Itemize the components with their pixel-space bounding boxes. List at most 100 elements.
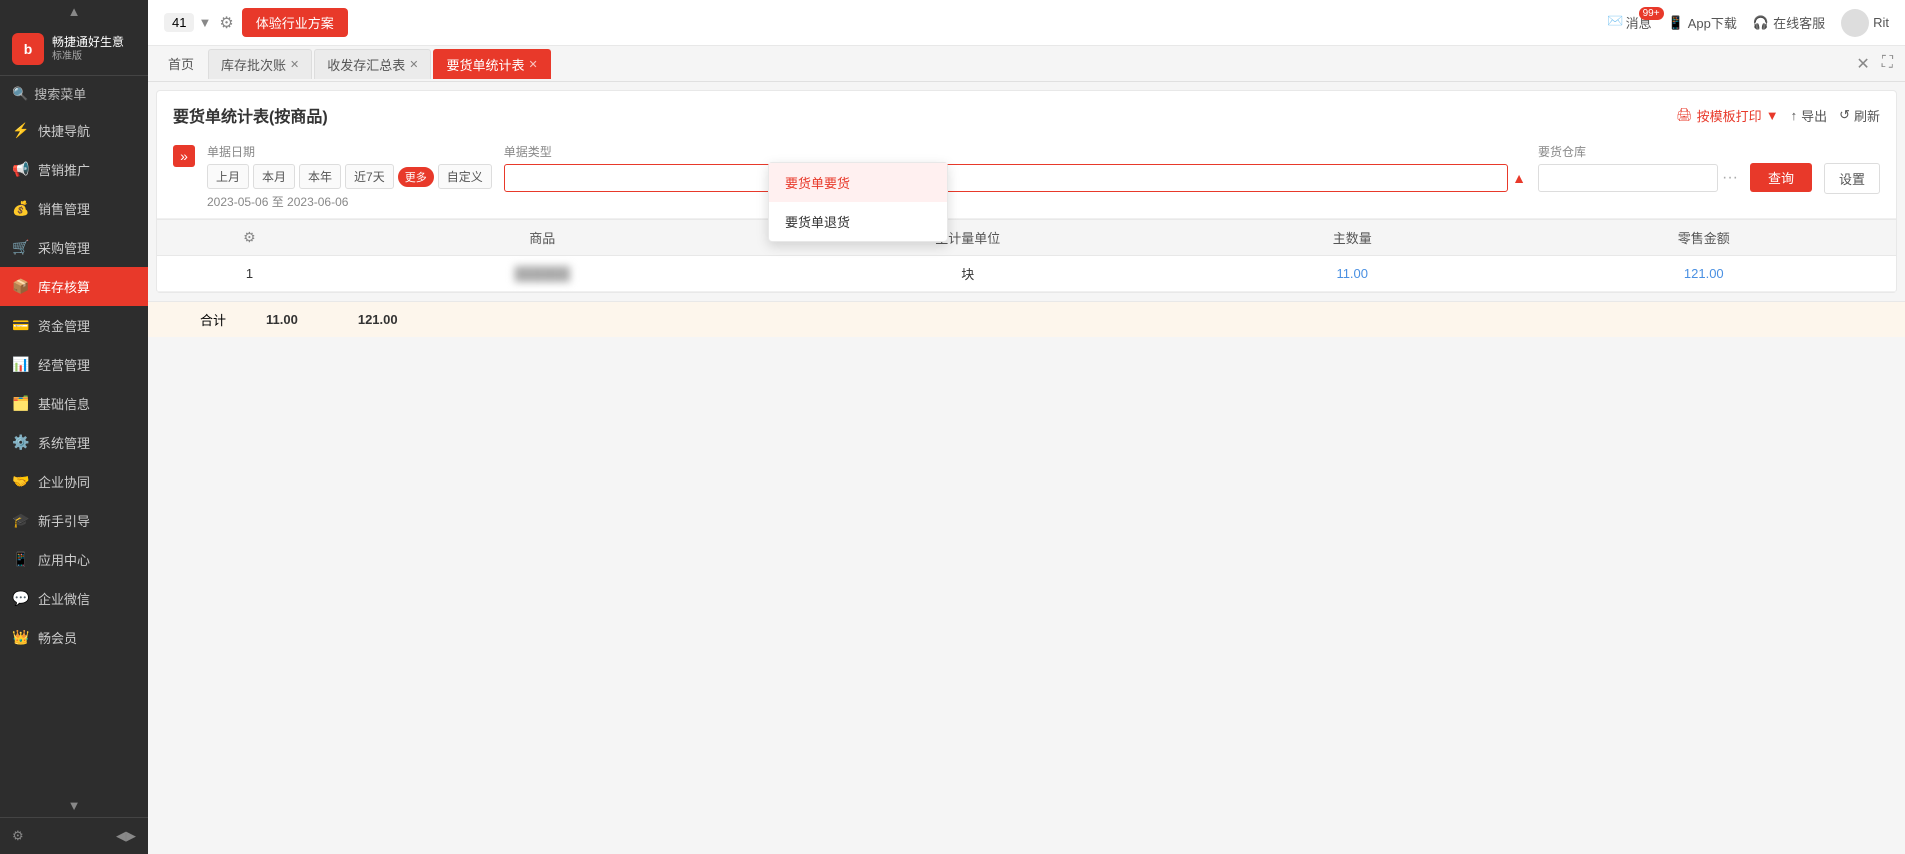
nav-icon-operations: 📊 <box>12 356 30 374</box>
collapse-icon[interactable]: ◀▶ <box>116 828 136 844</box>
sidebar: ▲ b 畅捷通好生意 标准版 🔍 搜索菜单 ⚡ 快捷导航 📢 营销推广 💰 销售… <box>0 0 148 854</box>
filter-date-range: 2023-05-06 至 2023-06-06 <box>207 193 492 210</box>
user-avatar <box>1841 9 1869 37</box>
sidebar-item-enterprise[interactable]: 🤝 企业协同 <box>0 462 148 501</box>
sidebar-item-basics[interactable]: 🗂️ 基础信息 <box>0 384 148 423</box>
print-dropdown-icon[interactable]: ▼ <box>1766 108 1779 123</box>
nav-icon-purchase: 🛒 <box>12 239 30 257</box>
filter-warehouse-more-icon[interactable]: ··· <box>1722 169 1738 187</box>
sidebar-item-finance[interactable]: 💳 资金管理 <box>0 306 148 345</box>
filter-date-group: 上月 本月 本年 近7天 更多 自定义 <box>207 164 492 189</box>
sidebar-footer: ⚙ ◀▶ <box>0 817 148 854</box>
message-section[interactable]: ✉️ 消息 99+ <box>1607 13 1651 32</box>
sidebar-search[interactable]: 🔍 搜索菜单 <box>0 76 148 111</box>
tab-order-summary[interactable]: 要货单统计表 ✕ <box>433 49 550 79</box>
print-icon: 🖨 <box>1676 107 1693 123</box>
sidebar-item-wechat[interactable]: 💬 企业微信 <box>0 579 148 618</box>
filter-warehouse-field[interactable] <box>1538 164 1718 192</box>
message-icon: ✉️ <box>1607 13 1623 32</box>
topbar-num-dropdown-icon[interactable]: ▼ <box>198 15 211 30</box>
sidebar-item-inventory[interactable]: 📦 库存核算 <box>0 267 148 306</box>
export-btn[interactable]: ↑ 导出 <box>1791 106 1828 125</box>
sidebar-item-marketing[interactable]: 📢 营销推广 <box>0 150 148 189</box>
filter-this-month-btn[interactable]: 本月 <box>253 164 295 189</box>
page-title-row: 要货单统计表(按商品) 🖨 按模板打印 ▼ ↑ 导出 ↺ 刷新 <box>157 91 1896 135</box>
settings-icon[interactable]: ⚙ <box>12 828 24 844</box>
filter-type-dropdown-icon[interactable]: ▲ <box>1512 170 1526 186</box>
nav-icon-marketing: 📢 <box>12 161 30 179</box>
tab-home[interactable]: 首页 <box>156 49 206 79</box>
print-template-btn[interactable]: 🖨 按模板打印 ▼ <box>1676 106 1778 125</box>
filter-date-label: 单据日期 <box>207 143 492 160</box>
app-logo: b <box>12 33 44 65</box>
export-icon: ↑ <box>1791 108 1798 123</box>
filter-custom-btn[interactable]: 自定义 <box>438 164 492 189</box>
nav-icon-quick: ⚡ <box>12 122 30 140</box>
filter-type-section: 单据类型 ▲ <box>504 143 1526 192</box>
tab-actions: ✕ ⛶ <box>1852 54 1897 74</box>
filter-query-btn[interactable]: 查询 <box>1750 163 1812 192</box>
dropdown-item-order-return[interactable]: 要货单退货 <box>769 202 947 241</box>
table-settings-icon[interactable]: ⚙ <box>243 229 256 245</box>
sidebar-item-quick-nav[interactable]: ⚡ 快捷导航 <box>0 111 148 150</box>
user-section[interactable]: Rit <box>1841 9 1889 37</box>
col-header-settings: ⚙ <box>157 220 342 256</box>
filter-warehouse-section: 要货仓库 ··· <box>1538 143 1738 192</box>
filter-type-input[interactable] <box>504 164 1508 192</box>
filter-settings-btn[interactable]: 设置 <box>1824 163 1880 194</box>
filter-type-label: 单据类型 <box>504 143 1526 160</box>
nav-icon-wechat: 💬 <box>12 590 30 608</box>
tab-close-inventory-batch[interactable]: ✕ <box>290 58 299 71</box>
nav-icon-basics: 🗂️ <box>12 395 30 413</box>
sidebar-scroll-down[interactable]: ▼ <box>0 794 148 817</box>
page-title-actions: 🖨 按模板打印 ▼ ↑ 导出 ↺ 刷新 <box>1676 106 1880 125</box>
filter-warehouse-input-row: ··· <box>1538 164 1738 192</box>
filter-more-btn[interactable]: 更多 <box>398 167 434 187</box>
filter-7days-btn[interactable]: 近7天 <box>345 164 394 189</box>
sidebar-item-operations[interactable]: 📊 经营管理 <box>0 345 148 384</box>
sidebar-scroll-up[interactable]: ▲ <box>0 0 148 23</box>
col-header-quantity: 主数量 <box>1193 220 1512 256</box>
sidebar-item-guide[interactable]: 🎓 新手引导 <box>0 501 148 540</box>
refresh-btn[interactable]: ↺ 刷新 <box>1839 106 1880 125</box>
online-service-btn[interactable]: 🎧 在线客服 <box>1753 13 1825 32</box>
topbar-left: 41 ▼ ⚙ 体验行业方案 <box>164 8 1595 37</box>
tab-close-order-summary[interactable]: ✕ <box>529 58 538 71</box>
tab-inventory-batch[interactable]: 库存批次账 ✕ <box>208 49 312 79</box>
nav-icon-membership: 👑 <box>12 629 30 647</box>
page-content: 要货单统计表(按商品) 🖨 按模板打印 ▼ ↑ 导出 ↺ 刷新 <box>148 82 1905 854</box>
industry-btn[interactable]: 体验行业方案 <box>242 8 348 37</box>
tab-maximize-btn[interactable]: ⛶ <box>1878 54 1897 74</box>
refresh-icon: ↺ <box>1839 107 1850 123</box>
sidebar-item-membership[interactable]: 👑 畅会员 <box>0 618 148 657</box>
sidebar-header: b 畅捷通好生意 标准版 <box>0 23 148 76</box>
table-row: 1 ██████ 块 11.00 121.00 <box>157 256 1896 292</box>
app-title: 畅捷通好生意 标准版 <box>52 35 124 64</box>
topbar-num-section: 41 ▼ <box>164 13 211 32</box>
filter-this-year-btn[interactable]: 本年 <box>299 164 341 189</box>
dropdown-item-order-goods[interactable]: 要货单要货 <box>769 163 947 202</box>
nav-icon-enterprise: 🤝 <box>12 473 30 491</box>
topbar-settings-icon[interactable]: ⚙ <box>219 13 233 33</box>
tab-receive-summary[interactable]: 收发存汇总表 ✕ <box>314 49 431 79</box>
search-icon: 🔍 <box>12 86 28 102</box>
sidebar-item-app-center[interactable]: 📱 应用中心 <box>0 540 148 579</box>
data-table: ⚙ 商品 主计量单位 主数量 零售金额 1 ██████ 块 <box>157 219 1896 292</box>
filter-warehouse-label: 要货仓库 <box>1538 143 1738 160</box>
sidebar-item-system[interactable]: ⚙️ 系统管理 <box>0 423 148 462</box>
cell-quantity: 11.00 <box>1193 256 1512 292</box>
topbar: 41 ▼ ⚙ 体验行业方案 ✉️ 消息 99+ 📱 App下载 🎧 在线客服 <box>148 0 1905 46</box>
cell-unit: 块 <box>743 256 1193 292</box>
service-icon: 🎧 <box>1753 15 1769 31</box>
table-footer: 合计 11.00 121.00 <box>148 301 1905 337</box>
filter-last-month-btn[interactable]: 上月 <box>207 164 249 189</box>
tab-close-receive-summary[interactable]: ✕ <box>409 58 418 71</box>
footer-total-label: 合计 <box>200 310 226 329</box>
filter-expand-btn[interactable]: » <box>173 145 195 167</box>
app-download-btn[interactable]: 📱 App下载 <box>1668 13 1737 32</box>
sidebar-item-purchase[interactable]: 🛒 采购管理 <box>0 228 148 267</box>
tab-close-window-btn[interactable]: ✕ <box>1852 54 1873 74</box>
sidebar-item-sales[interactable]: 💰 销售管理 <box>0 189 148 228</box>
col-header-product: 商品 <box>342 220 743 256</box>
nav-icon-sales: 💰 <box>12 200 30 218</box>
